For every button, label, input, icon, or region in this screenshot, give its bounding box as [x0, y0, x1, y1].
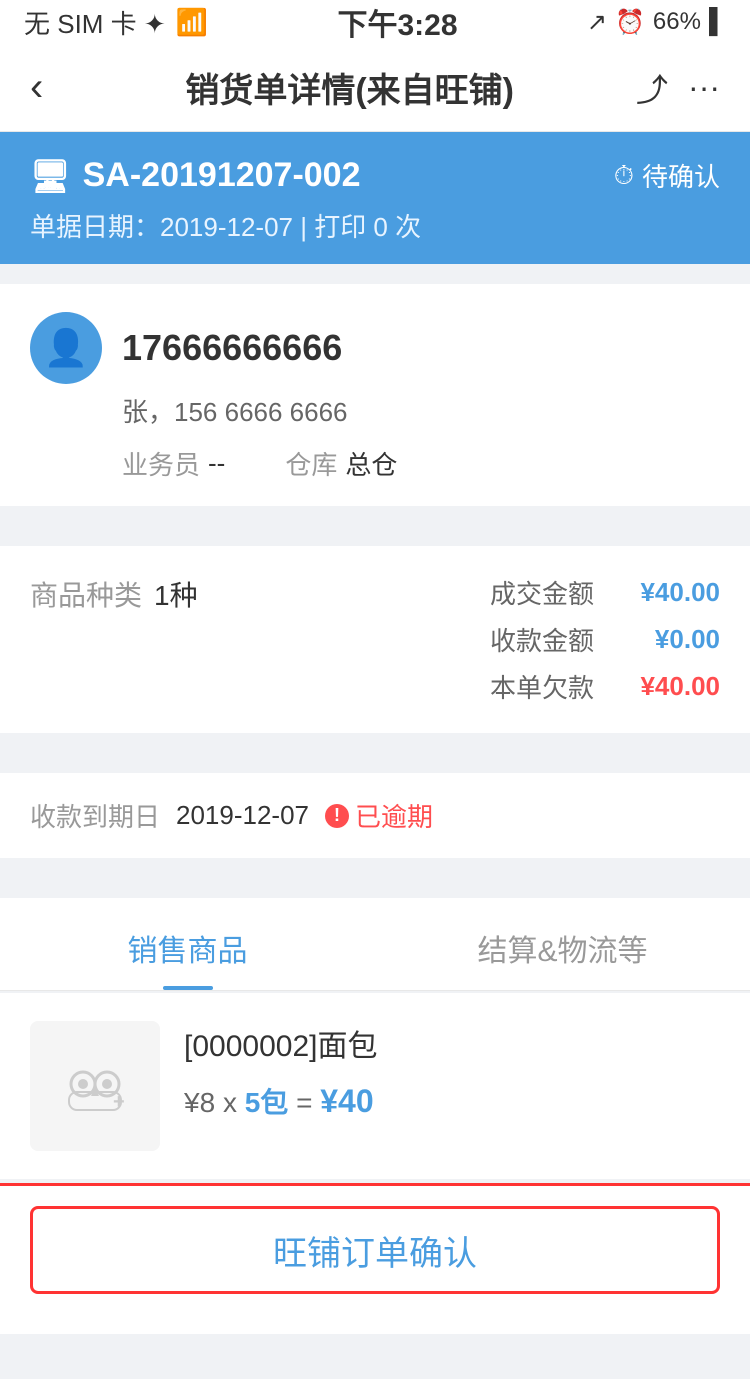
order-status: ⏱ 待确认: [614, 157, 720, 194]
battery-icon: ▌: [709, 8, 726, 36]
order-header: 🖥 SA-20191207-002 ⏱ 待确认 单据日期：2019-12-07 …: [0, 132, 750, 264]
warehouse-label: 仓库: [285, 445, 337, 482]
page-title: 销货单详情(来自旺铺): [63, 63, 636, 112]
price-total: ¥40: [320, 1083, 373, 1119]
battery-label: 66%: [653, 8, 701, 36]
product-info: [0000002]面包 ¥8 x 5包 = ¥40: [184, 1021, 720, 1151]
overdue-text: 已逾期: [355, 797, 433, 834]
received-row: 收款金额 ¥0.00: [490, 621, 720, 658]
price-separator: x: [223, 1087, 245, 1118]
alarm-icon: ⏰: [615, 8, 645, 37]
due-date-label: 收款到期日: [30, 797, 160, 834]
product-price: ¥8 x 5包 = ¥40: [184, 1081, 720, 1121]
transaction-value: ¥40.00: [610, 577, 720, 608]
transaction-row: 成交金额 ¥40.00: [490, 574, 720, 611]
divider-3: [0, 858, 750, 878]
product-card: + [0000002]面包 ¥8 x 5包 = ¥40: [0, 993, 750, 1179]
due-date-value: 2019-12-07: [176, 800, 309, 831]
tab-settlement[interactable]: 结算&物流等: [375, 898, 750, 990]
transaction-label: 成交金额: [490, 574, 594, 611]
avatar-icon: 👤: [44, 327, 89, 369]
share-button[interactable]: ⤴: [636, 65, 668, 111]
status-bar-right: ↗ ⏰ 66% ▌: [587, 8, 726, 37]
price-base: ¥8: [184, 1087, 215, 1118]
category-label: 商品种类: [30, 574, 142, 614]
overdue-badge: ! 已逾期: [325, 797, 433, 834]
owed-label: 本单欠款: [490, 668, 594, 705]
overdue-icon: !: [325, 804, 349, 828]
customer-card: 👤 17666666666 张，156 6666 6666 业务员 -- 仓库 …: [0, 284, 750, 506]
divider-1: [0, 506, 750, 526]
order-id: 🖥 SA-20191207-002: [30, 156, 361, 195]
owed-value: ¥40.00: [610, 671, 720, 702]
more-button[interactable]: ···: [688, 69, 720, 106]
nav-actions: ⤴ ···: [636, 65, 720, 111]
product-image: +: [30, 1021, 160, 1151]
back-button[interactable]: ‹: [30, 65, 63, 110]
location-icon: ↗: [587, 8, 607, 37]
confirm-button-label: 旺铺订单确认: [273, 1226, 477, 1275]
summary-left: 商品种类 1种: [30, 574, 490, 614]
summary-right: 成交金额 ¥40.00 收款金额 ¥0.00 本单欠款 ¥40.00: [490, 574, 720, 705]
salesperson-item: 业务员 --: [122, 445, 225, 482]
price-quantity: 5包: [245, 1087, 289, 1118]
warehouse-value: 总仓: [345, 445, 397, 482]
owed-row: 本单欠款 ¥40.00: [490, 668, 720, 705]
no-sim-label: 无 SIM 卡 ✦: [24, 4, 166, 41]
customer-meta: 业务员 -- 仓库 总仓: [122, 445, 720, 482]
received-label: 收款金额: [490, 621, 594, 658]
tab-sales-goods[interactable]: 销售商品: [0, 898, 375, 990]
status-text: 待确认: [642, 157, 720, 194]
product-placeholder: +: [55, 1056, 135, 1116]
product-name: [0000002]面包: [184, 1021, 720, 1065]
price-equals: =: [296, 1087, 320, 1118]
category-value: 1种: [154, 574, 198, 614]
tab-sales-label: 销售商品: [128, 935, 248, 968]
warehouse-item: 仓库 总仓: [285, 445, 397, 482]
status-bar-time: 下午3:28: [337, 0, 457, 44]
confirm-order-button[interactable]: 旺铺订单确认: [30, 1206, 720, 1294]
tab-settlement-label: 结算&物流等: [477, 935, 647, 968]
clock-icon: ⏱: [614, 160, 634, 192]
nav-bar: ‹ 销货单详情(来自旺铺) ⤴ ···: [0, 44, 750, 132]
summary-card: 商品种类 1种 成交金额 ¥40.00 收款金额 ¥0.00 本单欠款 ¥40.…: [0, 546, 750, 733]
salesperson-value: --: [208, 448, 225, 479]
tabs-container: 销售商品 结算&物流等: [0, 898, 750, 991]
divider-2: [0, 733, 750, 753]
order-date: 单据日期：2019-12-07 | 打印 0 次: [30, 207, 720, 244]
status-bar-left: 无 SIM 卡 ✦ 📶: [24, 4, 208, 41]
wifi-icon: 📶: [176, 7, 208, 38]
salesperson-label: 业务员: [122, 445, 200, 482]
status-bar: 无 SIM 卡 ✦ 📶 下午3:28 ↗ ⏰ 66% ▌: [0, 0, 750, 44]
confirm-button-container: 旺铺订单确认: [0, 1183, 750, 1334]
due-date-card: 收款到期日 2019-12-07 ! 已逾期: [0, 773, 750, 858]
product-logo-svg: +: [55, 1056, 135, 1116]
order-icon: 🖥: [30, 157, 71, 195]
avatar: 👤: [30, 312, 102, 384]
order-id-text: SA-20191207-002: [83, 156, 361, 195]
customer-name: 张，156 6666 6666: [122, 392, 720, 429]
received-value: ¥0.00: [610, 624, 720, 655]
customer-phone: 17666666666: [122, 327, 342, 369]
